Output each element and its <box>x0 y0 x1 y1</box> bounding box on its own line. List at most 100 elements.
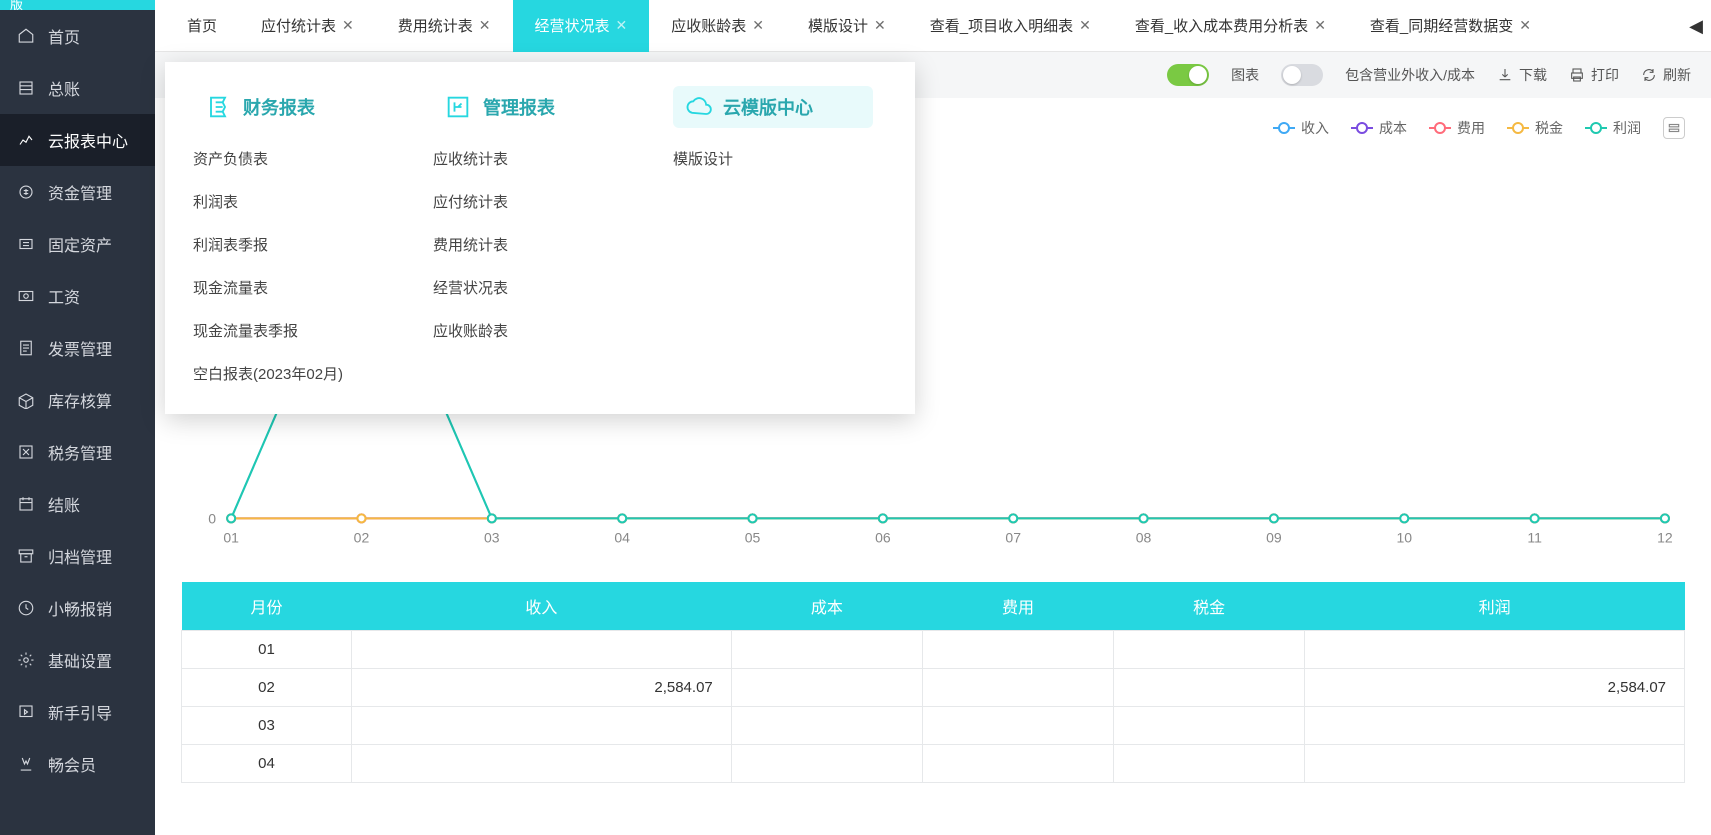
sidebar-item-label: 新手引导 <box>48 700 112 724</box>
sidebar-item-asset[interactable]: 固定资产 <box>0 218 155 270</box>
data-table: 月份收入成本费用税金利润 01022,584.072,584.070304 <box>181 582 1685 783</box>
sidebar-item-label: 库存核算 <box>48 388 112 412</box>
close-icon[interactable]: ✕ <box>1079 17 1091 34</box>
salary-icon <box>16 286 36 306</box>
tab-bar: 首页应付统计表✕费用统计表✕经营状况表✕应收账龄表✕模版设计✕查看_项目收入明细… <box>155 0 1711 52</box>
sidebar-brand-strip: 版 <box>0 0 155 10</box>
legend-income[interactable]: 收入 <box>1273 118 1329 138</box>
print-label: 打印 <box>1591 65 1619 85</box>
mega-menu-item[interactable]: 应付统计表 <box>433 189 633 214</box>
legend-tax[interactable]: 税金 <box>1507 118 1563 138</box>
tab[interactable]: 查看_同期经营数据变✕ <box>1348 0 1553 52</box>
svg-text:06: 06 <box>875 529 891 545</box>
tab[interactable]: 费用统计表 ✕ <box>376 0 513 52</box>
tab-label: 费用统计表 <box>398 15 473 36</box>
mega-menu-item[interactable]: 利润表 <box>193 189 393 214</box>
sidebar-item-ledger[interactable]: 总账 <box>0 62 155 114</box>
sidebar-item-label: 小畅报销 <box>48 596 112 620</box>
include-other-switch[interactable] <box>1281 64 1323 86</box>
table-header: 成本 <box>731 582 922 631</box>
sidebar-item-inventory[interactable]: 库存核算 <box>0 374 155 426</box>
sidebar-item-invoice[interactable]: 发票管理 <box>0 322 155 374</box>
sidebar-item-report[interactable]: 云报表中心 <box>0 114 155 166</box>
close-icon[interactable]: ✕ <box>1519 17 1531 34</box>
sidebar-item-guide[interactable]: 新手引导 <box>0 686 155 738</box>
legend-toggle-button[interactable] <box>1663 117 1685 139</box>
mega-menu-item[interactable]: 利润表季报 <box>193 232 393 257</box>
asset-icon <box>16 234 36 254</box>
sidebar-item-label: 发票管理 <box>48 336 112 360</box>
sidebar-item-label: 基础设置 <box>48 648 112 672</box>
mega-menu-item[interactable]: 费用统计表 <box>433 232 633 257</box>
tab-scroll-right[interactable]: ◀ <box>1685 0 1707 52</box>
close-icon[interactable]: ✕ <box>479 17 491 34</box>
table-header: 利润 <box>1305 582 1685 631</box>
svg-text:08: 08 <box>1136 529 1152 545</box>
sidebar-item-expense[interactable]: 小畅报销 <box>0 582 155 634</box>
tab[interactable]: 模版设计 ✕ <box>786 0 908 52</box>
sidebar-item-settings[interactable]: 基础设置 <box>0 634 155 686</box>
sidebar-item-archive[interactable]: 归档管理 <box>0 530 155 582</box>
tab[interactable]: 应付统计表 ✕ <box>239 0 376 52</box>
svg-text:11: 11 <box>1527 529 1542 545</box>
close-icon[interactable]: ✕ <box>616 17 628 34</box>
sidebar: 版 首页总账云报表中心资金管理固定资产工资发票管理库存核算税务管理结账归档管理小… <box>0 0 155 835</box>
mega-menu-item[interactable]: 经营状况表 <box>433 275 633 300</box>
tab-label: 模版设计 <box>808 15 868 36</box>
ledger-icon <box>16 78 36 98</box>
legend-profit[interactable]: 利润 <box>1585 118 1641 138</box>
legend-cost[interactable]: 成本 <box>1351 118 1407 138</box>
svg-text:07: 07 <box>1005 529 1021 545</box>
mega-column-title: 云模版中心 <box>723 94 813 120</box>
mega-menu-item[interactable]: 应收统计表 <box>433 146 633 171</box>
mega-menu-item[interactable]: 模版设计 <box>673 146 873 171</box>
archive-icon <box>16 546 36 566</box>
sidebar-item-member[interactable]: 畅会员 <box>0 738 155 790</box>
home-icon <box>16 26 36 46</box>
mega-menu-item[interactable]: 现金流量表 <box>193 275 393 300</box>
chart-toggle-label: 图表 <box>1231 65 1259 85</box>
mega-menu-item[interactable]: 资产负债表 <box>193 146 393 171</box>
svg-text:05: 05 <box>745 529 761 545</box>
table-row: 022,584.072,584.07 <box>182 669 1685 707</box>
svg-text:01: 01 <box>223 529 239 545</box>
svg-text:0: 0 <box>208 510 216 526</box>
download-button[interactable]: 下载 <box>1497 65 1547 85</box>
settings-icon <box>16 650 36 670</box>
close-icon[interactable]: ✕ <box>874 17 886 34</box>
sidebar-item-label: 固定资产 <box>48 232 112 256</box>
sidebar-item-close-period[interactable]: 结账 <box>0 478 155 530</box>
close-period-icon <box>16 494 36 514</box>
legend-expense[interactable]: 费用 <box>1429 118 1485 138</box>
table-header: 月份 <box>182 582 352 631</box>
sidebar-item-home[interactable]: 首页 <box>0 10 155 62</box>
sidebar-item-salary[interactable]: 工资 <box>0 270 155 322</box>
sidebar-item-tax[interactable]: 税务管理 <box>0 426 155 478</box>
sidebar-item-label: 归档管理 <box>48 544 112 568</box>
close-icon[interactable]: ✕ <box>752 17 764 34</box>
print-button[interactable]: 打印 <box>1569 65 1619 85</box>
close-icon[interactable]: ✕ <box>342 17 354 34</box>
mega-menu-item[interactable]: 应收账龄表 <box>433 318 633 343</box>
inventory-icon <box>16 390 36 410</box>
mega-menu-item[interactable]: 空白报表(2023年02月) <box>193 361 393 386</box>
table-header: 费用 <box>922 582 1113 631</box>
tab[interactable]: 首页 <box>165 0 239 52</box>
expense-icon <box>16 598 36 618</box>
tab[interactable]: 查看_项目收入明细表 ✕ <box>908 0 1113 52</box>
tab[interactable]: 经营状况表✕ <box>513 0 650 52</box>
sidebar-item-label: 税务管理 <box>48 440 112 464</box>
tab[interactable]: 查看_收入成本费用分析表✕ <box>1113 0 1348 52</box>
chart-toggle-switch[interactable] <box>1167 64 1209 86</box>
table-header: 收入 <box>352 582 732 631</box>
tab-label: 查看_项目收入明细表 <box>930 15 1073 36</box>
mega-menu-item[interactable]: 现金流量表季报 <box>193 318 393 343</box>
close-icon[interactable]: ✕ <box>1314 17 1326 34</box>
report-category-icon <box>203 92 233 122</box>
tab-label: 应付统计表 <box>261 15 336 36</box>
refresh-button[interactable]: 刷新 <box>1641 65 1691 85</box>
refresh-label: 刷新 <box>1663 65 1691 85</box>
mega-column-header: 云模版中心 <box>673 86 873 128</box>
tab[interactable]: 应收账龄表✕ <box>649 0 786 52</box>
sidebar-item-money[interactable]: 资金管理 <box>0 166 155 218</box>
